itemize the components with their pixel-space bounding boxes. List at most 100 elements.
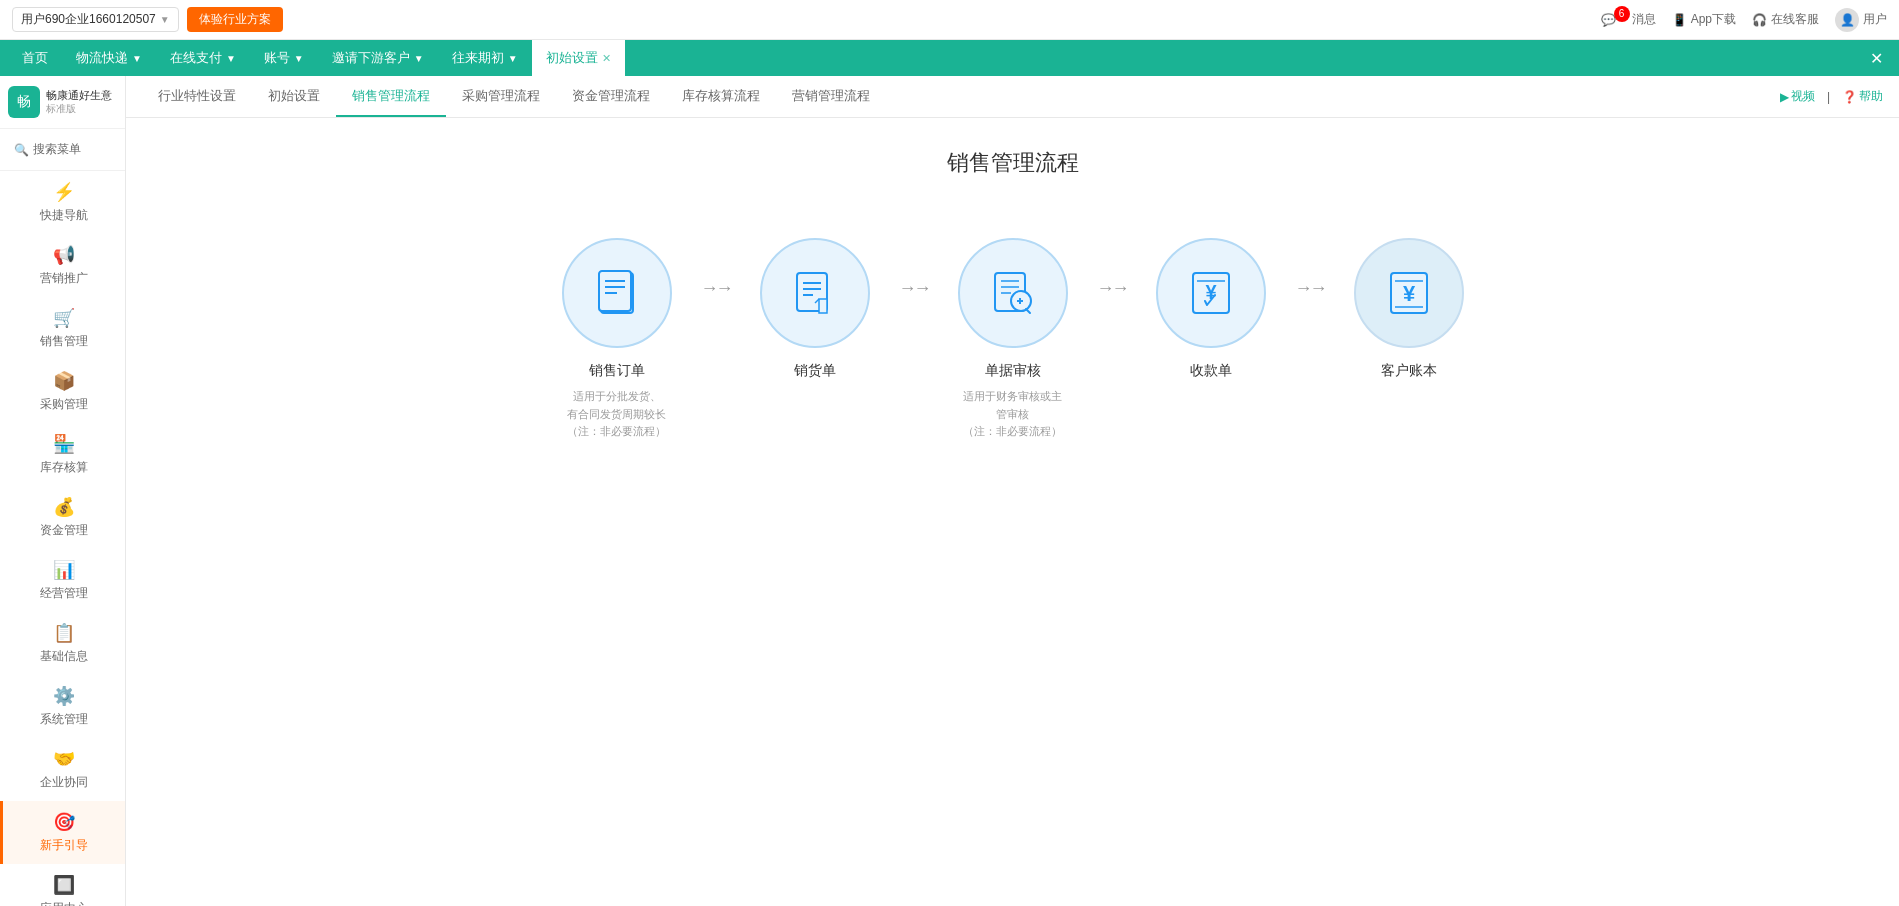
user-avatar-item[interactable]: 👤 用户 (1835, 8, 1887, 32)
purchase-icon: 📦 (53, 370, 75, 392)
flow-label-sales-order: 销售订单 (589, 362, 645, 380)
svg-rect-4 (599, 271, 631, 311)
sub-tabs-right: ▶ 视频 | ❓ 帮助 (1780, 88, 1883, 105)
sub-tab-industry[interactable]: 行业特性设置 (142, 77, 252, 117)
help-link[interactable]: ❓ 帮助 (1842, 88, 1883, 105)
sub-tab-finance-flow[interactable]: 资金管理流程 (556, 77, 666, 117)
invoice-icon (789, 267, 841, 319)
logo-text: 畅康通好生意 (46, 88, 112, 102)
message-item[interactable]: 💬 6 消息 (1601, 11, 1656, 28)
user-selector[interactable]: 用户690企业1660120507 ▼ (12, 7, 179, 32)
nav-tab-logistics-arrow: ▼ (132, 53, 142, 64)
logo-icon: 畅 (8, 86, 40, 118)
nav-tab-payment[interactable]: 在线支付 ▼ (156, 40, 250, 76)
sub-tab-inventory-flow[interactable]: 库存核算流程 (666, 77, 776, 117)
basic-info-icon: 📋 (53, 622, 75, 644)
flow-step-ledger: ¥ 客户账本 (1329, 238, 1489, 388)
nav-tab-logistics[interactable]: 物流快递 ▼ (62, 40, 156, 76)
nav-tab-payment-label: 在线支付 (170, 49, 222, 67)
divider: | (1827, 90, 1830, 104)
sales-order-icon (591, 267, 643, 319)
nav-tab-init-close[interactable]: ✕ (602, 52, 611, 65)
sidebar-item-operation[interactable]: 📊 经营管理 (0, 549, 125, 612)
service-item[interactable]: 🎧 在线客服 (1752, 11, 1819, 28)
flow-circle-receipt[interactable]: ¥ (1156, 238, 1266, 348)
sub-tab-init[interactable]: 初始设置 (252, 77, 336, 117)
service-label: 在线客服 (1771, 11, 1819, 28)
flow-step-audit: 单据审核 适用于财务审核或主管审核（注：非必要流程） (933, 238, 1093, 441)
help-icon: ❓ (1842, 90, 1857, 104)
inventory-icon: 🏪 (53, 433, 75, 455)
nav-tab-home[interactable]: 首页 (8, 40, 62, 76)
sub-tab-purchase-flow[interactable]: 采购管理流程 (446, 77, 556, 117)
sub-tab-inventory-flow-label: 库存核算流程 (682, 88, 760, 103)
flow-content: 销售管理流程 (126, 118, 1899, 906)
sidebar-item-basic-info[interactable]: 📋 基础信息 (0, 612, 125, 675)
guide-icon: 🎯 (53, 811, 75, 833)
flow-circle-audit[interactable] (958, 238, 1068, 348)
message-label: 消息 (1632, 11, 1656, 28)
user-name-label: 用户 (1863, 11, 1887, 28)
sidebar-item-label: 销售管理 (40, 333, 88, 350)
top-bar-left: 用户690企业1660120507 ▼ 体验行业方案 (12, 7, 283, 32)
nav-tab-account[interactable]: 账号 ▼ (250, 40, 318, 76)
sidebar-item-inventory[interactable]: 🏪 库存核算 (0, 423, 125, 486)
sidebar-item-system[interactable]: ⚙️ 系统管理 (0, 675, 125, 738)
trial-button[interactable]: 体验行业方案 (187, 7, 283, 32)
search-icon: 🔍 (14, 143, 29, 157)
nav-tab-period[interactable]: 往来期初 ▼ (438, 40, 532, 76)
app-center-icon: 🔲 (53, 874, 75, 896)
sales-icon: 🛒 (53, 307, 75, 329)
nav-tab-init[interactable]: 初始设置 ✕ (532, 40, 625, 76)
svg-text:¥: ¥ (1402, 281, 1415, 306)
flow-label-audit: 单据审核 (985, 362, 1041, 380)
flow-arrow-1: →→ (697, 238, 735, 299)
sub-tabs: 行业特性设置 初始设置 销售管理流程 采购管理流程 资金管理流程 库存核算流程 … (126, 76, 1899, 118)
sidebar-item-label: 资金管理 (40, 522, 88, 539)
logo-sub: 标准版 (46, 102, 112, 116)
flow-circle-ledger[interactable]: ¥ (1354, 238, 1464, 348)
video-icon: ▶ (1780, 90, 1789, 104)
sidebar-logo: 畅 畅康通好生意 标准版 (0, 76, 125, 129)
nav-tab-invite[interactable]: 邀请下游客户 ▼ (318, 40, 438, 76)
top-bar: 用户690企业1660120507 ▼ 体验行业方案 💬 6 消息 📱 App下… (0, 0, 1899, 40)
sidebar-item-enterprise[interactable]: 🤝 企业协同 (0, 738, 125, 801)
receipt-icon: ¥ (1185, 267, 1237, 319)
nav-tab-account-label: 账号 (264, 49, 290, 67)
nav-tabs: 首页 物流快递 ▼ 在线支付 ▼ 账号 ▼ 邀请下游客户 ▼ 往来期初 ▼ 初始… (0, 40, 1899, 76)
flow-arrow-2: →→ (895, 238, 933, 299)
marketing-icon: 📢 (53, 244, 75, 266)
sub-tab-marketing-flow[interactable]: 营销管理流程 (776, 77, 886, 117)
app-download-item[interactable]: 📱 App下载 (1672, 11, 1736, 28)
search-menu-button[interactable]: 🔍 搜索菜单 (8, 137, 117, 162)
svg-line-19 (1026, 309, 1030, 313)
video-link[interactable]: ▶ 视频 (1780, 88, 1815, 105)
flow-desc-audit: 适用于财务审核或主管审核（注：非必要流程） (963, 388, 1062, 441)
flow-circle-invoice[interactable] (760, 238, 870, 348)
flow-step-invoice: 销货单 (735, 238, 895, 388)
nav-tab-invite-arrow: ▼ (414, 53, 424, 64)
sidebar-item-quick-nav[interactable]: ⚡ 快捷导航 (0, 171, 125, 234)
flow-label-ledger: 客户账本 (1381, 362, 1437, 380)
nav-tab-account-arrow: ▼ (294, 53, 304, 64)
sidebar: 畅 畅康通好生意 标准版 🔍 搜索菜单 ⚡ 快捷导航 📢 营销推广 🛒 销售管理… (0, 76, 126, 906)
sidebar-item-guide[interactable]: 🎯 新手引导 (0, 801, 125, 864)
close-all-tabs-button[interactable]: ✕ (1862, 49, 1891, 68)
sidebar-item-app-center[interactable]: 🔲 应用中心 (0, 864, 125, 906)
flow-circle-sales-order[interactable] (562, 238, 672, 348)
sidebar-item-label: 系统管理 (40, 711, 88, 728)
quick-nav-icon: ⚡ (53, 181, 75, 203)
content-area: 行业特性设置 初始设置 销售管理流程 采购管理流程 资金管理流程 库存核算流程 … (126, 76, 1899, 906)
sub-tab-sales-flow[interactable]: 销售管理流程 (336, 77, 446, 117)
sidebar-item-label: 基础信息 (40, 648, 88, 665)
sidebar-item-purchase[interactable]: 📦 采购管理 (0, 360, 125, 423)
sidebar-item-sales[interactable]: 🛒 销售管理 (0, 297, 125, 360)
sidebar-item-finance[interactable]: 💰 资金管理 (0, 486, 125, 549)
sub-tab-finance-flow-label: 资金管理流程 (572, 88, 650, 103)
app-label: App下载 (1691, 11, 1736, 28)
sidebar-search[interactable]: 🔍 搜索菜单 (0, 129, 125, 171)
sidebar-item-marketing[interactable]: 📢 营销推广 (0, 234, 125, 297)
flow-steps: 销售订单 适用于分批发货、有合同发货周期较长（注：非必要流程） →→ (166, 238, 1859, 441)
sub-tab-init-label: 初始设置 (268, 88, 320, 103)
sidebar-item-label: 应用中心 (40, 900, 88, 906)
